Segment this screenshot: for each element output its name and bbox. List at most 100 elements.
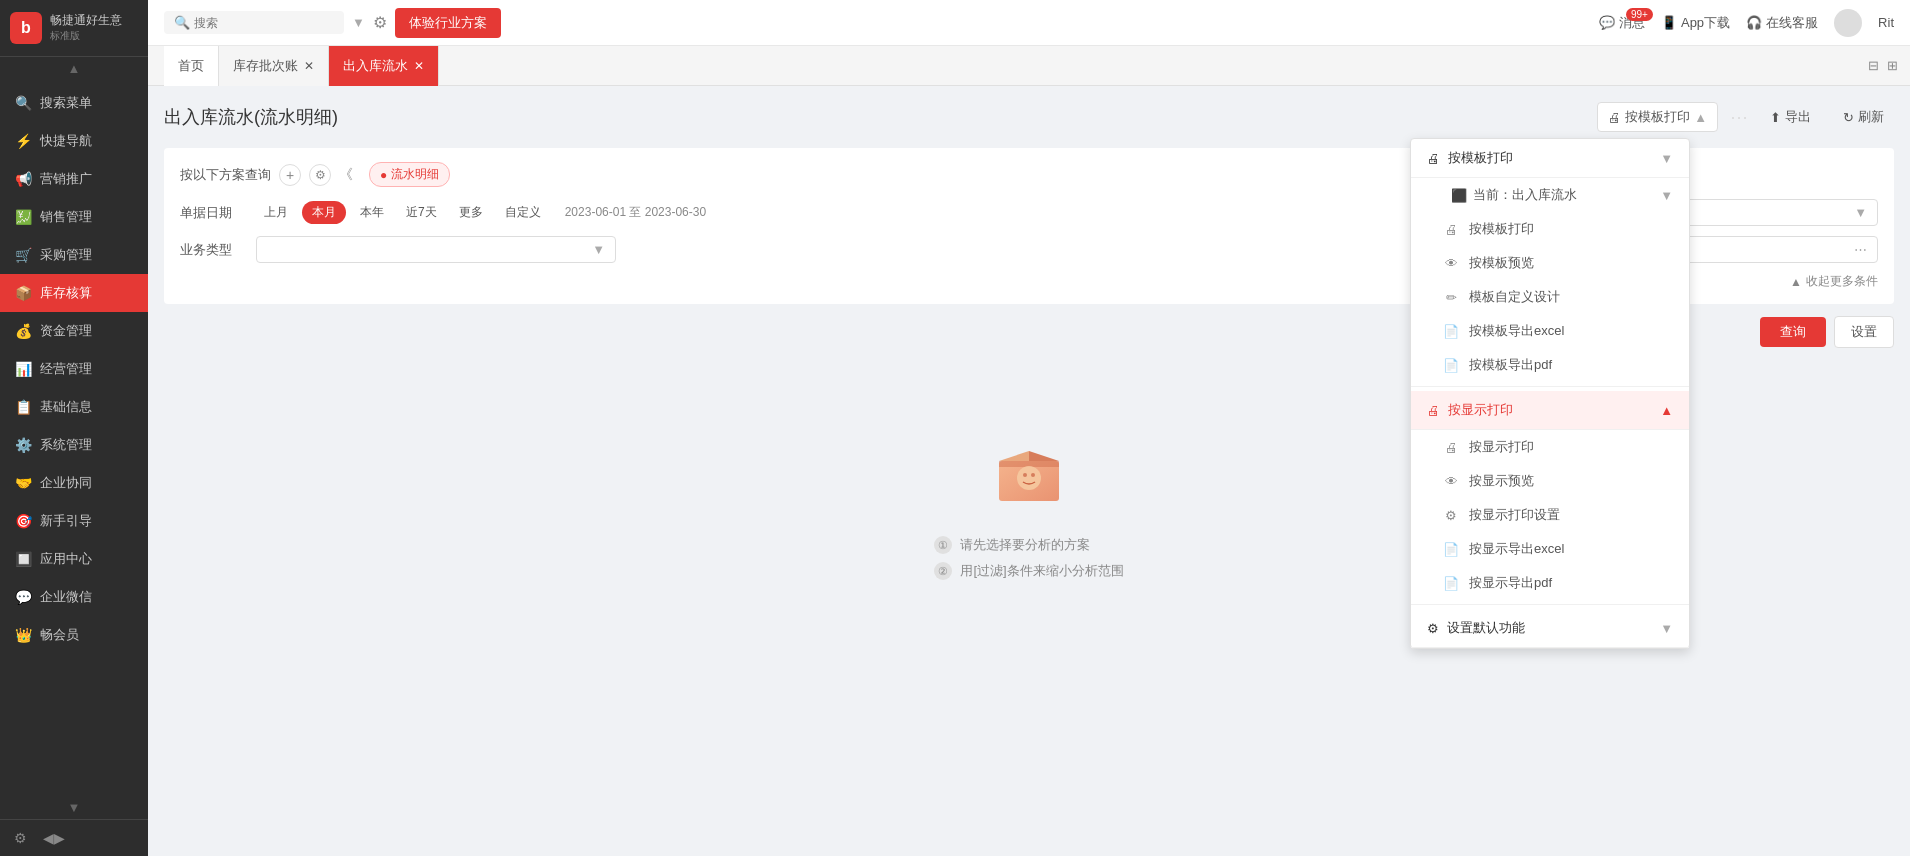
current-template-item[interactable]: ⬛ 当前：出入库流水 ▼ — [1411, 178, 1689, 212]
username-label: Rit — [1878, 15, 1894, 30]
sidebar-item-label: 企业协同 — [40, 474, 92, 492]
sidebar-item-member[interactable]: 👑 畅会员 — [0, 616, 148, 654]
sidebar-item-quick-nav[interactable]: ⚡ 快捷导航 — [0, 122, 148, 160]
date-btn-this-month[interactable]: 本月 — [302, 201, 346, 224]
sidebar-item-cooperation[interactable]: 🤝 企业协同 — [0, 464, 148, 502]
tab-batch-ledger-close-icon[interactable]: ✕ — [304, 59, 314, 73]
sidebar-item-sales[interactable]: 💹 销售管理 — [0, 198, 148, 236]
dropdown-arrow-icon[interactable]: ▼ — [352, 15, 365, 30]
display-export-pdf-item[interactable]: 📄 按显示导出pdf — [1411, 566, 1689, 600]
template-export-excel-item[interactable]: 📄 按模板导出excel — [1411, 314, 1689, 348]
avatar[interactable] — [1834, 9, 1862, 37]
template-print-header-label: 按模板打印 — [1448, 149, 1513, 167]
collapse-more-conditions-button[interactable]: ▲ 收起更多条件 — [1790, 273, 1878, 290]
filter-settings-button[interactable]: ⚙ — [309, 164, 331, 186]
type-filter-dropdown-icon[interactable]: ▼ — [1854, 205, 1867, 220]
sales-icon: 💹 — [14, 208, 32, 226]
filter-collapse-button[interactable]: 《 — [339, 166, 353, 184]
display-preview-item[interactable]: 👁 按显示预览 — [1411, 464, 1689, 498]
default-func-item[interactable]: ⚙ 设置默认功能 ▼ — [1411, 609, 1689, 648]
template-export-pdf-item[interactable]: 📄 按模板导出pdf — [1411, 348, 1689, 382]
display-preview-item-label: 按显示预览 — [1469, 472, 1534, 490]
cooperation-icon: 🤝 — [14, 474, 32, 492]
date-btn-more[interactable]: 更多 — [451, 201, 491, 224]
template-export-excel-icon: 📄 — [1443, 323, 1459, 339]
minimize-icon[interactable]: ⊟ — [1868, 58, 1879, 73]
message-badge: 99+ — [1626, 8, 1653, 21]
sidebar-item-label: 应用中心 — [40, 550, 92, 568]
tab-inout-flow[interactable]: 出入库流水 ✕ — [329, 46, 439, 86]
refresh-button[interactable]: ↻ 刷新 — [1833, 103, 1894, 131]
display-print-item-icon: 🖨 — [1443, 439, 1459, 455]
template-print-item[interactable]: 🖨 按模板打印 — [1411, 212, 1689, 246]
default-func-arrow-icon[interactable]: ▼ — [1660, 621, 1673, 636]
sidebar-item-inventory[interactable]: 📦 库存核算 — [0, 274, 148, 312]
template-print-button[interactable]: 🖨 按模板打印 ▲ — [1597, 102, 1718, 132]
sidebar-item-system[interactable]: ⚙️ 系统管理 — [0, 426, 148, 464]
sidebar-item-finance[interactable]: 💰 资金管理 — [0, 312, 148, 350]
page-title-actions: 🖨 按模板打印 ▲ ⋯ ⬆ 导出 ↻ 刷新 — [1597, 102, 1894, 132]
customer-service-icon: 🎧 — [1746, 15, 1762, 30]
sidebar-item-search[interactable]: 🔍 搜索菜单 — [0, 84, 148, 122]
display-export-excel-label: 按显示导出excel — [1469, 540, 1564, 558]
sidebar-scroll-down[interactable]: ▼ — [0, 796, 148, 819]
export-button[interactable]: ⬆ 导出 — [1760, 103, 1821, 131]
header-right: 💬 消息 99+ 📱 App下载 🎧 在线客服 Rit — [1599, 9, 1894, 37]
template-custom-item-label: 模板自定义设计 — [1469, 288, 1560, 306]
sidebar-item-marketing[interactable]: 📢 营销推广 — [0, 160, 148, 198]
header-settings-icon[interactable]: ⚙ — [373, 13, 387, 32]
display-export-excel-item[interactable]: 📄 按显示导出excel — [1411, 532, 1689, 566]
customer-service-button[interactable]: 🎧 在线客服 — [1746, 14, 1818, 32]
template-print-section-header[interactable]: 🖨 按模板打印 ▼ — [1411, 139, 1689, 178]
business-type-dropdown-icon[interactable]: ▼ — [592, 242, 605, 257]
default-func-label: 设置默认功能 — [1447, 619, 1525, 637]
message-button[interactable]: 💬 消息 99+ — [1599, 14, 1645, 32]
template-export-excel-label: 按模板导出excel — [1469, 322, 1564, 340]
collapse-sidebar-icon[interactable]: ◀▶ — [43, 830, 65, 846]
sidebar-item-basic[interactable]: 📋 基础信息 — [0, 388, 148, 426]
marketing-icon: 📢 — [14, 170, 32, 188]
template-print-arrow-icon[interactable]: ▼ — [1660, 151, 1673, 166]
tab-inout-flow-close-icon[interactable]: ✕ — [414, 59, 424, 73]
settings-button[interactable]: 设置 — [1834, 316, 1894, 348]
search-icon: 🔍 — [14, 94, 32, 112]
business-type-input[interactable]: ▼ — [256, 236, 616, 263]
sidebar-item-label: 采购管理 — [40, 246, 92, 264]
date-btn-last-month[interactable]: 上月 — [256, 201, 296, 224]
search-input[interactable] — [194, 16, 324, 30]
settings-icon[interactable]: ⚙ — [14, 830, 27, 846]
tab-batch-ledger-label: 库存批次账 — [233, 57, 298, 75]
empty-steps: ① 请先选择要分析的方案 ② 用[过滤]条件来缩小分析范围 — [934, 536, 1123, 580]
tab-home[interactable]: 首页 — [164, 46, 219, 86]
sidebar-item-wechat[interactable]: 💬 企业微信 — [0, 578, 148, 616]
system-icon: ⚙️ — [14, 436, 32, 454]
warehouse-more-icon[interactable]: ⋯ — [1854, 242, 1867, 257]
date-btn-this-year[interactable]: 本年 — [352, 201, 392, 224]
search-bar[interactable]: 🔍 — [164, 11, 344, 34]
tab-batch-ledger[interactable]: 库存批次账 ✕ — [219, 46, 329, 86]
display-print-arrow-icon[interactable]: ▲ — [1660, 403, 1673, 418]
template-preview-item[interactable]: 👁 按模板预览 — [1411, 246, 1689, 280]
display-print-section-header[interactable]: 🖨 按显示打印 ▲ — [1411, 391, 1689, 430]
filter-tag-stream[interactable]: ● 流水明细 — [369, 162, 450, 187]
app-download-button[interactable]: 📱 App下载 — [1661, 14, 1730, 32]
display-print-settings-item[interactable]: ⚙ 按显示打印设置 — [1411, 498, 1689, 532]
svg-point-5 — [1023, 473, 1027, 477]
template-custom-item[interactable]: ✏ 模板自定义设计 — [1411, 280, 1689, 314]
display-print-item[interactable]: 🖨 按显示打印 — [1411, 430, 1689, 464]
current-template-arrow[interactable]: ▼ — [1660, 188, 1673, 203]
sidebar-item-app-center[interactable]: 🔲 应用中心 — [0, 540, 148, 578]
maximize-icon[interactable]: ⊞ — [1887, 58, 1898, 73]
page-title: 出入库流水(流水明细) — [164, 105, 338, 129]
filter-add-button[interactable]: + — [279, 164, 301, 186]
step-num-2: ② — [934, 562, 952, 580]
date-btn-custom[interactable]: 自定义 — [497, 201, 549, 224]
print-dropdown-arrow-icon[interactable]: ▲ — [1694, 110, 1707, 125]
query-button[interactable]: 查询 — [1760, 317, 1826, 347]
sidebar-scroll-up[interactable]: ▲ — [0, 57, 148, 80]
sidebar-item-guide[interactable]: 🎯 新手引导 — [0, 502, 148, 540]
industry-solution-button[interactable]: 体验行业方案 — [395, 8, 501, 38]
sidebar-item-purchase[interactable]: 🛒 采购管理 — [0, 236, 148, 274]
date-btn-last-7-days[interactable]: 近7天 — [398, 201, 445, 224]
sidebar-item-operation[interactable]: 📊 经营管理 — [0, 350, 148, 388]
